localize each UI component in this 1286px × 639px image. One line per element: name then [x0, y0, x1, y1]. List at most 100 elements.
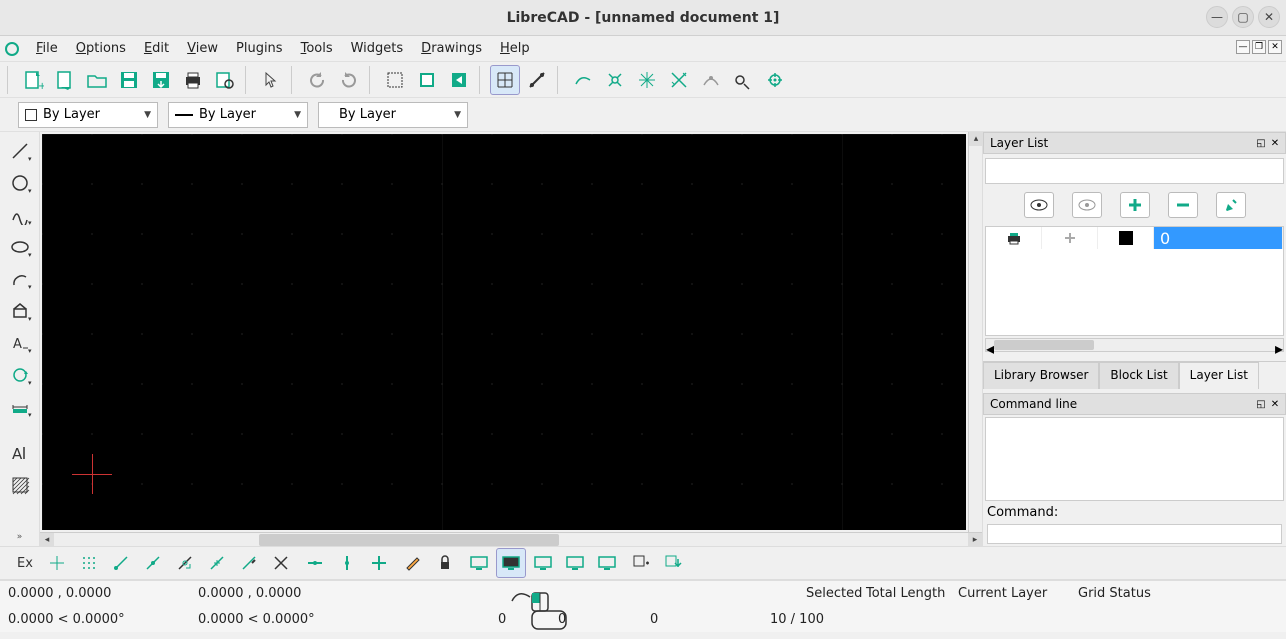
snap-middle2-button[interactable] — [202, 548, 232, 578]
command-line-panel-header[interactable]: Command line ◱✕ — [983, 393, 1286, 415]
circle-tool-button[interactable]: ▾ — [5, 168, 35, 198]
snap-endpoint2-button[interactable] — [106, 548, 136, 578]
layer-row[interactable]: 0 — [986, 227, 1283, 249]
menu-tools[interactable]: Tools — [293, 38, 341, 59]
snap-distance-button[interactable] — [728, 65, 758, 95]
menu-options[interactable]: Options — [68, 38, 134, 59]
screen2-button[interactable] — [496, 548, 526, 578]
new-file-button[interactable]: + — [18, 65, 48, 95]
tab-layer-list[interactable]: Layer List — [1179, 362, 1259, 389]
horizontal-scrollbar[interactable]: ◂ ▸ — [40, 532, 982, 546]
line-tool-button[interactable]: ▾ — [5, 136, 35, 166]
layer-list-panel-header[interactable]: Layer List ◱✕ — [983, 132, 1286, 154]
screen5-button[interactable] — [592, 548, 622, 578]
draft-mode-button[interactable] — [522, 65, 552, 95]
layer-show-all-button[interactable] — [1024, 192, 1054, 218]
arc-tool-button[interactable]: ▾ — [5, 264, 35, 294]
chevron-down-icon: ▼ — [454, 110, 461, 120]
save-as-button[interactable] — [146, 65, 176, 95]
snap-free2-button[interactable] — [42, 548, 72, 578]
vertical-scrollbar[interactable]: ▴ — [968, 132, 982, 532]
minimize-button[interactable]: — — [1206, 6, 1228, 28]
dimension-tool-button[interactable]: ▾ — [5, 392, 35, 422]
snap-on-entity-button[interactable] — [696, 65, 726, 95]
snap-intersection-button[interactable] — [664, 65, 694, 95]
panel-float-button[interactable]: ◱ — [1255, 137, 1267, 149]
screen1-button[interactable] — [464, 548, 494, 578]
snap-distance2-button[interactable] — [234, 548, 264, 578]
menu-edit[interactable]: Edit — [136, 38, 177, 59]
menu-plugins[interactable]: Plugins — [228, 38, 291, 59]
panel-close-button[interactable]: ✕ — [1269, 398, 1281, 410]
menu-widgets[interactable]: Widgets — [343, 38, 412, 59]
drawing-canvas[interactable] — [42, 134, 966, 530]
pointer-button[interactable] — [256, 65, 286, 95]
layer-filter-input[interactable] — [985, 158, 1284, 184]
snap-free-button[interactable] — [568, 65, 598, 95]
total-length-label: Total Length — [866, 586, 958, 601]
snap-intersection2-button[interactable] — [266, 548, 296, 578]
layer-add-button[interactable] — [1120, 192, 1150, 218]
undo-button[interactable] — [302, 65, 332, 95]
ex-snap-button[interactable]: Ex — [10, 548, 40, 578]
screen4-button[interactable] — [560, 548, 590, 578]
layer-edit-button[interactable] — [1216, 192, 1246, 218]
panel-close-button[interactable]: ✕ — [1269, 137, 1281, 149]
menu-drawings[interactable]: Drawings — [413, 38, 490, 59]
layer-name-cell[interactable]: 0 — [1154, 227, 1283, 249]
angle-absolute: 0.0000 < 0.0000° — [8, 612, 198, 627]
lineweight-combo[interactable]: By Layer ▼ — [318, 102, 468, 128]
block-add-button[interactable] — [626, 548, 656, 578]
mdi-restore-button[interactable]: ❐ — [1252, 40, 1266, 54]
command-output[interactable] — [985, 417, 1284, 501]
rotate-tool-button[interactable]: ▾ — [5, 360, 35, 390]
new-template-button[interactable] — [50, 65, 80, 95]
command-input[interactable] — [987, 524, 1282, 544]
snap-middle-button[interactable] — [760, 65, 790, 95]
zoom-window-button[interactable] — [380, 65, 410, 95]
grid-toggle-button[interactable] — [490, 65, 520, 95]
block-insert-button[interactable] — [658, 548, 688, 578]
color-combo[interactable]: By Layer ▼ — [18, 102, 158, 128]
print-preview-button[interactable] — [210, 65, 240, 95]
snap-endpoint-button[interactable] — [600, 65, 630, 95]
mdi-close-button[interactable]: ✕ — [1268, 40, 1282, 54]
zoom-extents-button[interactable] — [412, 65, 442, 95]
menu-help[interactable]: Help — [492, 38, 538, 59]
maximize-button[interactable]: ▢ — [1232, 6, 1254, 28]
restrict-ortho-button[interactable] — [364, 548, 394, 578]
menu-view[interactable]: View — [179, 38, 226, 59]
layer-remove-button[interactable] — [1168, 192, 1198, 218]
polyline-tool-button[interactable]: ▾ — [5, 296, 35, 326]
panel-float-button[interactable]: ◱ — [1255, 398, 1267, 410]
mdi-minimize-button[interactable]: — — [1236, 40, 1250, 54]
restrict-vertical-button[interactable] — [332, 548, 362, 578]
snap-center-button[interactable] — [632, 65, 662, 95]
text-tool-button[interactable]: A — [5, 438, 35, 468]
linetype-combo[interactable]: By Layer ▼ — [168, 102, 308, 128]
zoom-previous-button[interactable] — [444, 65, 474, 95]
tab-library-browser[interactable]: Library Browser — [983, 362, 1099, 389]
redo-button[interactable] — [334, 65, 364, 95]
layer-hscrollbar[interactable]: ◂▸ — [985, 338, 1284, 352]
close-button[interactable]: ✕ — [1258, 6, 1280, 28]
snap-on-entity2-button[interactable] — [138, 548, 168, 578]
tab-block-list[interactable]: Block List — [1099, 362, 1178, 389]
print-button[interactable] — [178, 65, 208, 95]
restrict-horizontal-button[interactable] — [300, 548, 330, 578]
ellipse-tool-button[interactable]: ▾ — [5, 232, 35, 262]
relative-zero-button[interactable] — [398, 548, 428, 578]
screen3-button[interactable] — [528, 548, 558, 578]
layer-hide-all-button[interactable] — [1072, 192, 1102, 218]
layer-list[interactable]: 0 — [985, 226, 1284, 336]
menu-file[interactable]: File — [28, 38, 66, 59]
snap-grid-button[interactable] — [74, 548, 104, 578]
curve-tool-button[interactable]: ▾ — [5, 200, 35, 230]
mtext-tool-button[interactable]: A▾ — [5, 328, 35, 358]
open-button[interactable] — [82, 65, 112, 95]
toolbar-overflow-button[interactable]: » — [13, 528, 27, 546]
lock-relative-zero-button[interactable] — [430, 548, 460, 578]
snap-center2-button[interactable] — [170, 548, 200, 578]
hatch-tool-button[interactable] — [5, 470, 35, 500]
save-button[interactable] — [114, 65, 144, 95]
